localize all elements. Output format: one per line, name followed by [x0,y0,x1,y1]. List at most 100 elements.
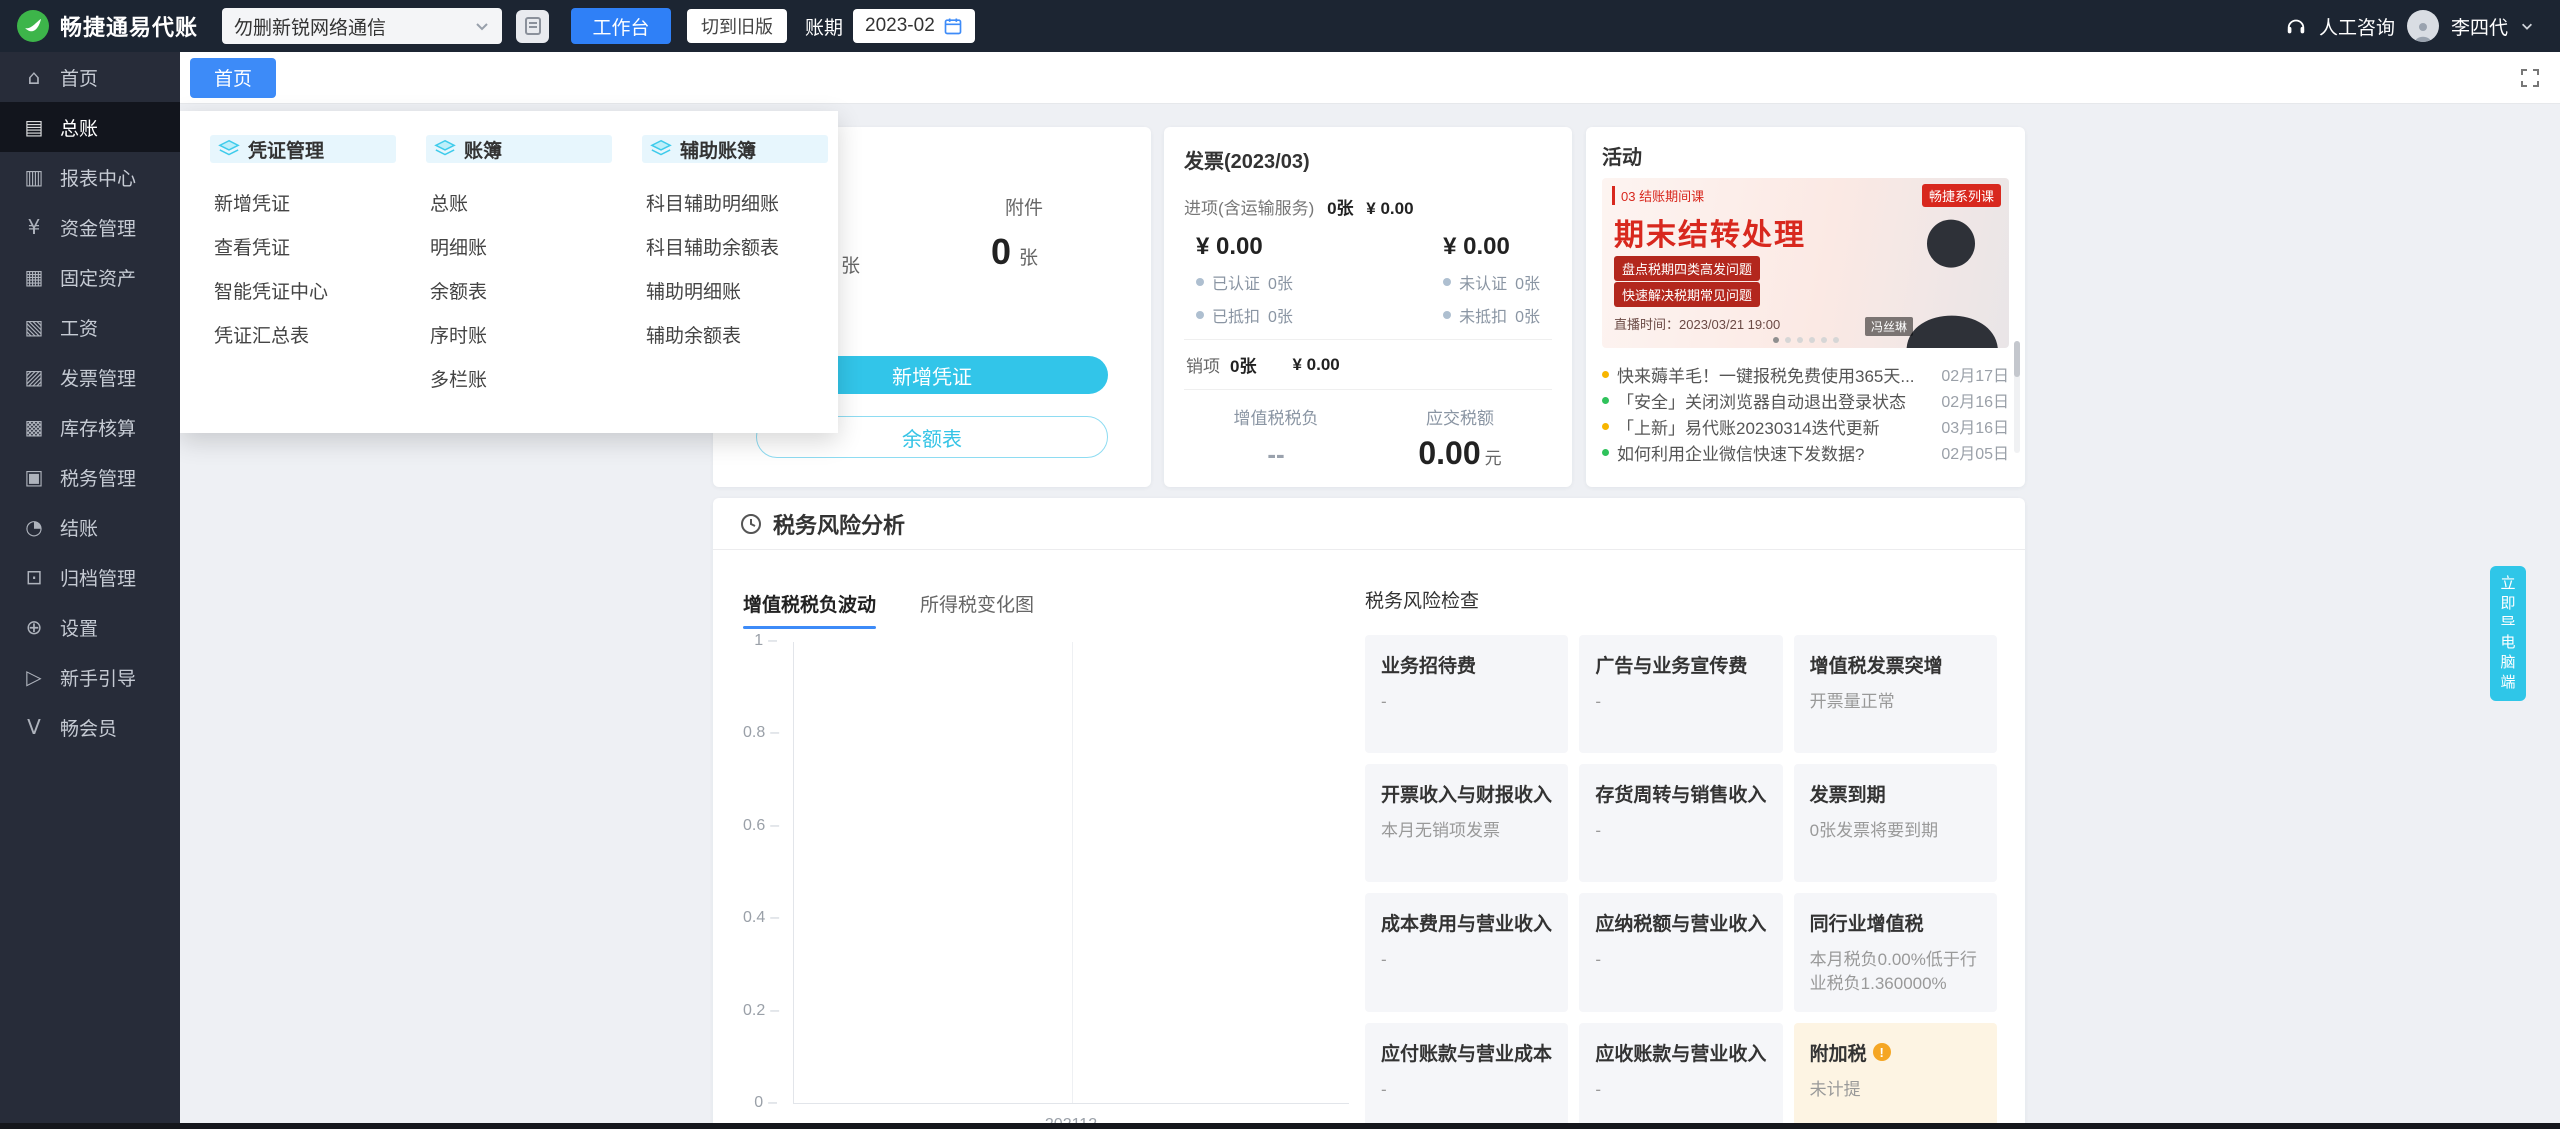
risk-tabs: 增值税税负波动 所得税变化图 [743,590,1034,629]
sidebar-item-tax[interactable]: ▣ 税务管理 [0,452,180,502]
activity-list: 快来薅羊毛！一键报税免费使用365天... 02月17日 「安全」关闭浏览器自动… [1602,361,2009,465]
menu-item[interactable]: 凭证汇总表 [210,315,396,359]
activity-title: 活动 [1602,147,1642,169]
scrollbar-track[interactable] [2014,341,2020,453]
menu-column-books-header: 账簿 [426,135,612,163]
activity-banner[interactable]: 03 结账期间课 畅捷系列课 期末结转处理 盘点税期四类高发问题 快速解决税期常… [1602,178,2009,348]
menu-item[interactable]: 科目辅助余额表 [642,227,828,271]
menu-item[interactable]: 总账 [426,183,612,227]
warning-icon: ! [1872,1043,1891,1062]
activity-item[interactable]: 「上新」易代账20230314迭代更新 03月16日 [1602,413,2009,439]
tab-income-tax-change[interactable]: 所得税变化图 [920,590,1034,629]
sidebar-item-member[interactable]: V 畅会员 [0,702,180,752]
menu-item[interactable]: 余额表 [426,271,612,315]
chart-gridline [1072,642,1073,1103]
input-prefix: 进项(含运输服务) [1184,199,1315,218]
period-picker[interactable]: 2023-02 [853,9,975,43]
sidebar-item-guide[interactable]: ▷ 新手引导 [0,652,180,702]
menu-item[interactable]: 辅助明细账 [642,271,828,315]
scrollbar-thumb[interactable] [2014,341,2020,377]
support-link[interactable]: 人工咨询 [2319,13,2395,40]
brand-name: 畅捷通易代账 [60,15,199,40]
divider [1184,339,1552,340]
vat-burden-chart: 1 0.8 0.6 0.4 0.2 0 202112 [743,632,1355,1123]
sidebar-item-funds[interactable]: ¥ 资金管理 [0,202,180,252]
y-tick: 0 [743,1094,777,1112]
banner-pagination-dots[interactable] [1772,337,1839,343]
calendar-icon [944,18,962,35]
company-select-value: 勿删新锐网络通信 [234,17,387,39]
risk-card[interactable]: 同行业增值税 本月税负0.00%低于行业税负1.360000% [1793,893,1997,1012]
sidebar-item-general-ledger[interactable]: ▤ 总账 [0,102,180,152]
tax-payable-value: 0.00 元 [1418,435,1502,471]
sidebar-item-reports[interactable]: ▥ 报表中心 [0,152,180,202]
bullet-icon [1602,370,1609,378]
invoice-icon: ▨ [24,365,44,389]
sidebar-item-home[interactable]: ⌂ 首页 [0,52,180,102]
risk-card[interactable]: 应纳税额与营业收入 - [1579,893,1783,1012]
username[interactable]: 李四代 [2451,13,2508,40]
sidebar: ⌂ 首页 ▤ 总账 ▥ 报表中心 ¥ 资金管理 ▦ 固定资产 ▧ 工资 ▨ 发票… [0,52,180,1123]
dot-icon [1443,278,1452,286]
sidebar-item-inventory[interactable]: ▩ 库存核算 [0,402,180,452]
ledger-icon: ▤ [24,115,44,139]
risk-card[interactable]: 成本费用与营业收入 - [1365,893,1569,1012]
risk-card[interactable]: 开票收入与财报收入 本月无销项发票 [1365,764,1569,882]
menu-column-auxiliary: 辅助账簿 科目辅助明细账 科目辅助余额表 辅助明细账 辅助余额表 [642,135,828,433]
company-select[interactable]: 勿删新锐网络通信 [222,8,503,44]
sidebar-item-archive[interactable]: ⊡ 归档管理 [0,552,180,602]
user-menu-chevron-icon[interactable] [2520,19,2534,33]
sidebar-item-payroll[interactable]: ▧ 工资 [0,302,180,352]
fullscreen-icon[interactable] [2518,66,2542,90]
risk-card-surtax[interactable]: 附加税 ! 未计提 [1793,1022,1997,1123]
general-ledger-mega-menu: 凭证管理 新增凭证 查看凭证 智能凭证中心 凭证汇总表 账簿 总账 明细账 余额… [180,111,838,433]
sidebar-item-label: 资金管理 [60,218,137,240]
sidebar-item-settings[interactable]: ⊕ 设置 [0,602,180,652]
sidebar-item-label: 库存核算 [60,418,137,440]
sidebar-item-invoice[interactable]: ▨ 发票管理 [0,352,180,402]
risk-card[interactable]: 业务招待费 - [1365,635,1569,753]
sidebar-item-fixed-assets[interactable]: ▦ 固定资产 [0,252,180,302]
period-label: 账期 [805,17,844,39]
menu-item[interactable]: 查看凭证 [210,227,396,271]
risk-card[interactable]: 增值税发票突增 开票量正常 [1793,635,1997,753]
menu-item[interactable]: 辅助余额表 [642,315,828,359]
tab-bar: 首页 [180,52,2560,104]
period-value: 2023-02 [865,15,935,36]
activity-item[interactable]: 如何利用企业微信快速下发数据? 02月05日 [1602,439,2009,465]
closing-icon: ◔ [25,515,43,539]
menu-item[interactable]: 序时账 [426,315,612,359]
home-icon: ⌂ [27,65,41,89]
output-line: 销项 0张 ¥ 0.00 [1186,354,1340,377]
account-book-icon[interactable] [516,9,550,43]
risk-card[interactable]: 应付账款与营业成本 - [1365,1022,1569,1123]
menu-item[interactable]: 新增凭证 [210,183,396,227]
risk-card[interactable]: 应收账款与营业收入 - [1579,1022,1783,1123]
tax-payable-cell: 应交税额 0.00 元 [1368,404,1552,472]
activity-card: 活动 03 结账期间课 畅捷系列课 期末结转处理 盘点税期四类高发问题 快速解决… [1586,127,2025,487]
sidebar-item-closing[interactable]: ◔ 结账 [0,502,180,552]
menu-column-voucher: 凭证管理 新增凭证 查看凭证 智能凭证中心 凭证汇总表 [210,135,396,433]
menu-item[interactable]: 多栏账 [426,359,612,403]
activity-item[interactable]: 快来薅羊毛！一键报税免费使用365天... 02月17日 [1602,361,2009,387]
tab-home[interactable]: 首页 [190,57,277,98]
menu-item[interactable]: 科目辅助明细账 [642,183,828,227]
avatar[interactable] [2406,10,2439,42]
inventory-icon: ▩ [24,415,44,439]
invoice-input-line: 进项(含运输服务) 0张 ¥ 0.00 [1184,194,1552,219]
certified-amount: ¥ 0.00 [1196,233,1263,260]
banner-schedule: 直播时间：2023/03/21 19:00 [1614,317,1781,332]
switch-old-version-button[interactable]: 切到旧版 [687,9,788,43]
tab-vat-fluctuation[interactable]: 增值税税负波动 [743,590,877,629]
activity-item[interactable]: 「安全」关闭浏览器自动退出登录状态 02月16日 [1602,387,2009,413]
menu-item[interactable]: 明细账 [426,227,612,271]
risk-card[interactable]: 广告与业务宣传费 - [1579,635,1783,753]
desktop-client-button[interactable]: 电脑端 [2490,625,2526,701]
chart-plot-area [793,642,1349,1104]
menu-item[interactable]: 智能凭证中心 [210,271,396,315]
risk-card[interactable]: 发票到期 0张发票将要到期 [1793,764,1997,882]
workbench-button[interactable]: 工作台 [571,8,672,44]
chevron-down-icon [476,23,488,31]
risk-card[interactable]: 存货周转与销售收入 - [1579,764,1783,882]
vat-burden-cell: 增值税税负 -- [1184,404,1368,472]
